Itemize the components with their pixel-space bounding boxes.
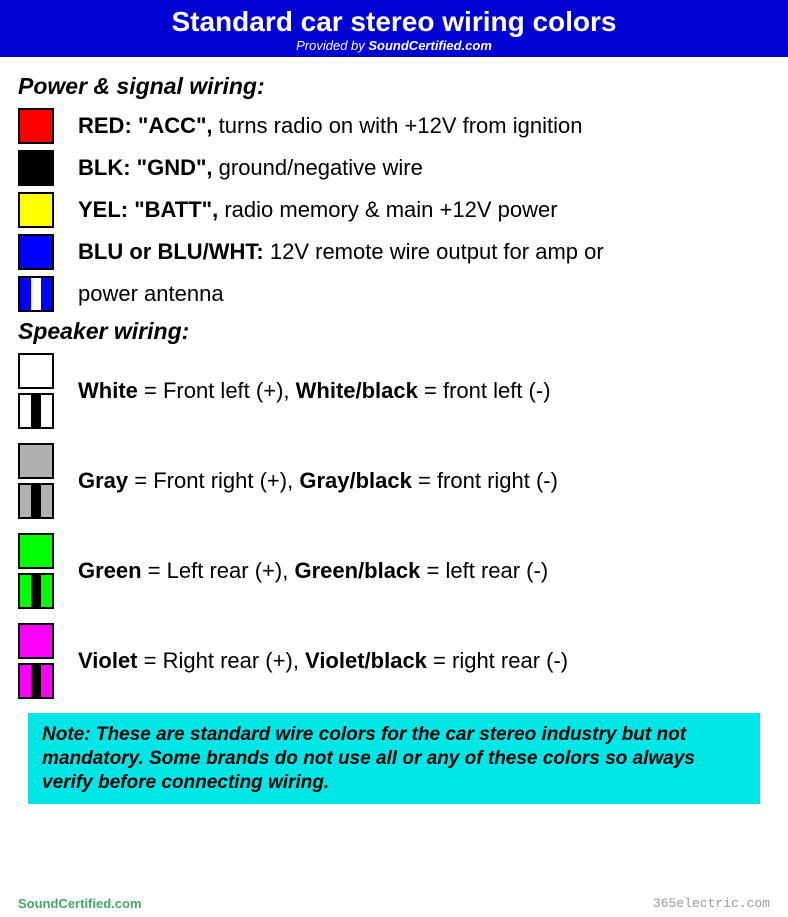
comma: , [282,558,294,583]
footer-right: 365electric.com [653,896,770,911]
power-row-text: RED: "ACC", turns radio on with +12V fro… [78,113,582,139]
speaker-row: Violet = Right rear (+), Violet/black = … [18,623,770,699]
heading-power: Power & signal wiring: [18,73,770,100]
speaker-row-text: Gray = Front right (+), Gray/black = fro… [78,468,558,494]
color-swatch [18,192,54,228]
power-label-rest: power antenna [78,281,224,306]
eq: = [138,378,163,403]
speaker-neg: front left (-) [443,378,551,403]
note-box: Note: These are standard wire colors for… [28,713,760,804]
power-label-bold: BLK: "GND", [78,155,213,180]
footer: SoundCertified.com 365electric.com [0,896,788,911]
swatch-col [18,276,78,312]
color-swatch-striped [18,483,54,519]
speaker-row: Green = Left rear (+), Green/black = lef… [18,533,770,609]
provided-brand: SoundCertified.com [368,38,492,53]
color-swatch [18,353,54,389]
eq: = [418,378,443,403]
color-swatch [18,150,54,186]
power-label-rest: radio memory & main +12V power [218,197,557,222]
power-row-text: power antenna [78,281,224,307]
speaker-wiring-list: White = Front left (+), White/black = fr… [18,353,770,699]
color-swatch [18,533,54,569]
eq: = [138,648,163,673]
speaker-row-text: Green = Left rear (+), Green/black = lef… [78,558,548,584]
comma: , [283,378,295,403]
speaker-swatch-pair [18,533,78,609]
power-label-bold: RED: "ACC", [78,113,213,138]
power-row-text: BLK: "GND", ground/negative wire [78,155,423,181]
speaker-name: Green [78,558,142,583]
speaker-row: Gray = Front right (+), Gray/black = fro… [18,443,770,519]
color-swatch [18,276,54,312]
swatch-col [18,234,78,270]
speaker-swatch-pair [18,623,78,699]
header: Standard car stereo wiring colors Provid… [0,0,788,57]
speaker-name-neg: Green/black [294,558,420,583]
power-label-bold: BLU or BLU/WHT: [78,239,264,264]
swatch-col [18,108,78,144]
speaker-name: White [78,378,138,403]
speaker-name-neg: Gray/black [299,468,412,493]
comma: , [287,468,299,493]
note-body: These are standard wire colors for the c… [42,724,695,793]
power-row-text: BLU or BLU/WHT: 12V remote wire output f… [78,239,604,265]
color-swatch [18,623,54,659]
speaker-pos: Right rear (+) [163,648,293,673]
color-swatch [18,108,54,144]
swatch-col [18,192,78,228]
power-wiring-list: RED: "ACC", turns radio on with +12V fro… [18,108,770,312]
eq: = [412,468,437,493]
speaker-name-neg: White/black [296,378,418,403]
provided-prefix: Provided by [296,38,368,53]
eq: = [128,468,153,493]
speaker-row-text: White = Front left (+), White/black = fr… [78,378,551,404]
speaker-row: White = Front left (+), White/black = fr… [18,353,770,429]
speaker-row-text: Violet = Right rear (+), Violet/black = … [78,648,568,674]
power-label-bold: YEL: "BATT", [78,197,218,222]
speaker-pos: Front right (+) [153,468,287,493]
speaker-name-neg: Violet/black [305,648,427,673]
power-row: power antenna [18,276,770,312]
heading-speaker: Speaker wiring: [18,318,770,345]
power-label-rest: 12V remote wire output for amp or [264,239,604,264]
page-title: Standard car stereo wiring colors [0,6,788,38]
color-swatch-striped [18,573,54,609]
footer-left: SoundCertified.com [18,896,142,911]
speaker-pos: Left rear (+) [167,558,283,583]
power-row: YEL: "BATT", radio memory & main +12V po… [18,192,770,228]
speaker-swatch-pair [18,443,78,519]
page-subtitle: Provided by SoundCertified.com [0,38,788,53]
content: Power & signal wiring: RED: "ACC", turns… [0,57,788,804]
color-swatch-striped [18,663,54,699]
power-row: BLK: "GND", ground/negative wire [18,150,770,186]
color-swatch [18,234,54,270]
eq: = [420,558,445,583]
power-label-rest: ground/negative wire [213,155,423,180]
power-row: RED: "ACC", turns radio on with +12V fro… [18,108,770,144]
power-row: BLU or BLU/WHT: 12V remote wire output f… [18,234,770,270]
speaker-neg: left rear (-) [445,558,548,583]
color-swatch [18,443,54,479]
speaker-neg: front right (-) [437,468,558,493]
swatch-col [18,150,78,186]
eq: = [427,648,452,673]
speaker-neg: right rear (-) [452,648,568,673]
eq: = [142,558,167,583]
power-label-rest: turns radio on with +12V from ignition [213,113,583,138]
speaker-name: Gray [78,468,128,493]
speaker-pos: Front left (+) [163,378,283,403]
note-prefix: Note: [42,724,91,745]
power-row-text: YEL: "BATT", radio memory & main +12V po… [78,197,558,223]
speaker-name: Violet [78,648,138,673]
comma: , [293,648,305,673]
speaker-swatch-pair [18,353,78,429]
color-swatch-striped [18,393,54,429]
